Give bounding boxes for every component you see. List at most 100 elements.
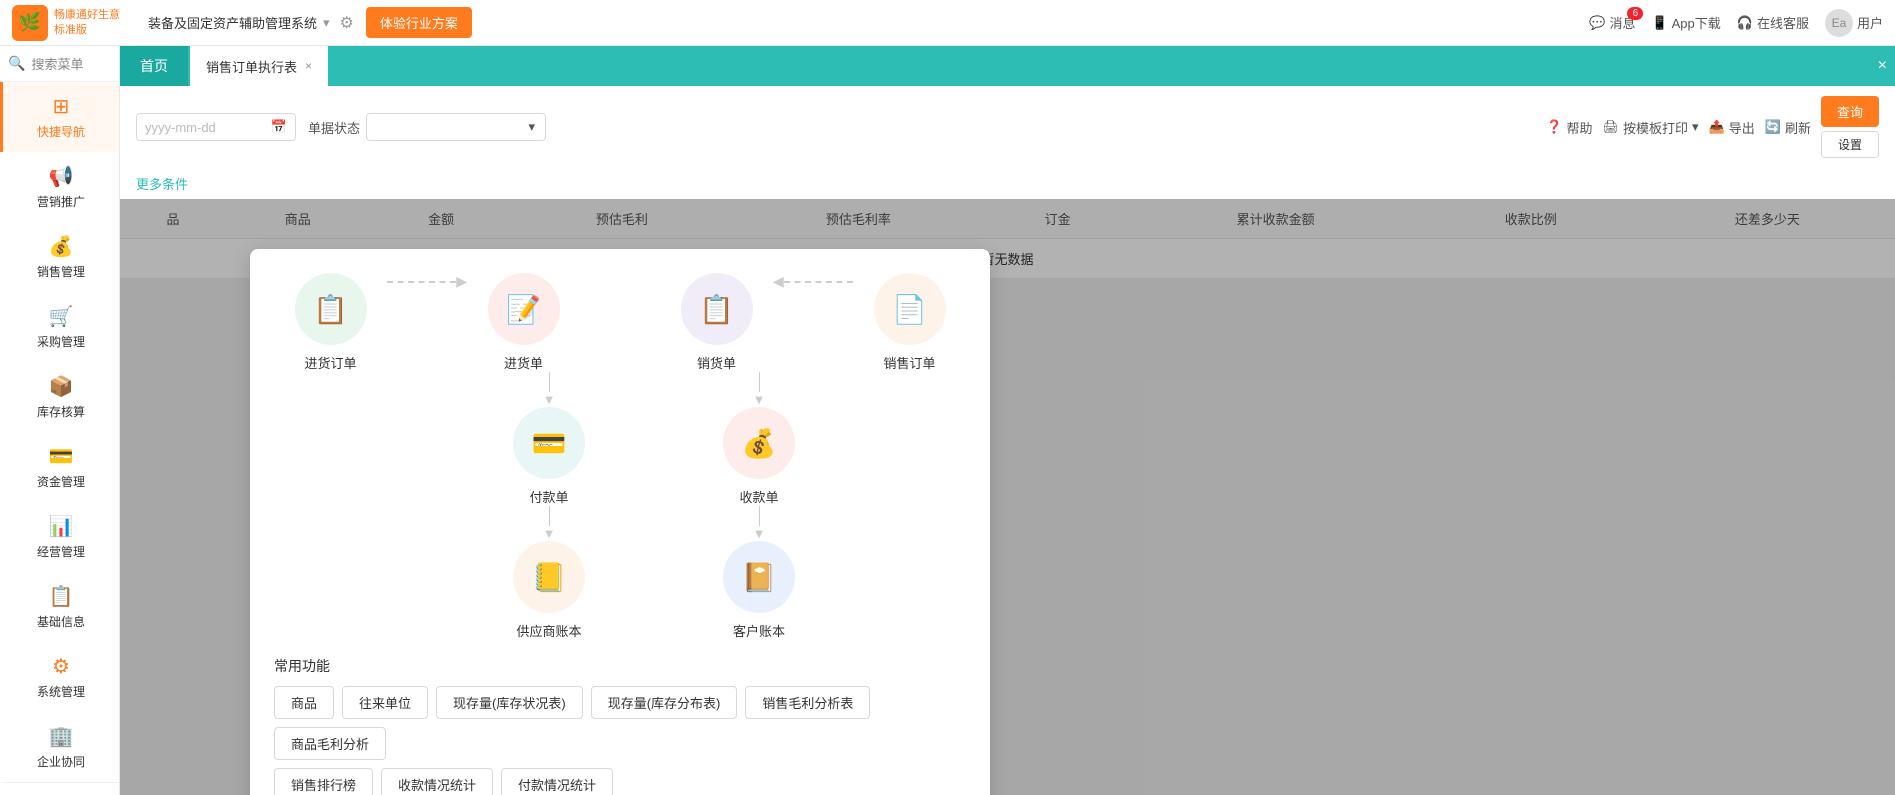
sales-order-circle[interactable]: 📄 (874, 273, 946, 345)
sidebar-item-basic-info[interactable]: 📋 基础信息 (0, 572, 119, 642)
sidebar-item-operations[interactable]: 📊 经营管理 (0, 502, 119, 572)
sidebar-item-marketing[interactable]: 📢 营销推广 (0, 152, 119, 222)
message-button[interactable]: 💬 消息 6 (1589, 13, 1635, 32)
page-content: 品 商品 金额 预估毛利 预估毛利率 订金 累计收款金额 收款比例 还差多少天 (120, 199, 1895, 795)
system-dropdown-icon[interactable]: ▾ (323, 15, 330, 31)
export-button[interactable]: 📤 导出 (1709, 118, 1755, 137)
system-name: 装备及固定资产辅助管理系统 (148, 13, 317, 32)
system-name-area: 装备及固定资产辅助管理系统 ▾ ⚙ 体验行业方案 (148, 7, 1589, 38)
tab-close-icon[interactable]: × (305, 59, 312, 73)
flow-arrows-row-2: ▼ ▼ (274, 506, 966, 541)
func-btn-sales-ranking[interactable]: 销售排行榜 (274, 768, 373, 795)
func-btn-stock-status[interactable]: 现存量(库存状况表) (436, 686, 583, 719)
help-icon: ❓ (1546, 119, 1562, 135)
status-filter: 单据状态 ▾ (308, 113, 546, 141)
payment-bill-icon: 💳 (532, 427, 567, 460)
arrow-down-payment: ▼ (484, 506, 614, 541)
func-btn-stock-dist[interactable]: 现存量(库存分布表) (591, 686, 738, 719)
flow-row-1: 📋 进货订单 ▶ (274, 273, 966, 372)
sidebar-item-sales[interactable]: 💰 销售管理 (0, 222, 119, 292)
top-bar-right: 💬 消息 6 📱 App下载 🎧 在线客服 Ea 用户 (1589, 9, 1883, 37)
func-btn-counterparty[interactable]: 往来单位 (342, 686, 428, 719)
sidebar: 🔍 搜索菜单 ⊞ 快捷导航 📢 营销推广 💰 销售管理 🛒 采 (0, 46, 120, 795)
sales-bill-label: 销货单 (697, 353, 736, 372)
customer-ledger-icon: 📔 (742, 561, 777, 594)
tab-sales-order[interactable]: 销售订单执行表 × (190, 46, 328, 86)
marketing-icon: 📢 (49, 164, 74, 189)
func-btn-sales-gross[interactable]: 销售毛利分析表 (745, 686, 870, 719)
sidebar-item-system[interactable]: ⚙ 系统管理 (0, 642, 119, 712)
sidebar-item-finance[interactable]: 💳 资金管理 (0, 432, 119, 502)
purchase-icon: 🛒 (49, 304, 74, 329)
sidebar-nav: ⊞ 快捷导航 📢 营销推广 💰 销售管理 🛒 采购管理 📦 库存核算 (0, 82, 119, 795)
func-btn-goods[interactable]: 商品 (274, 686, 334, 719)
query-button[interactable]: 查询 (1821, 96, 1879, 127)
sidebar-item-purchase[interactable]: 🛒 采购管理 (0, 292, 119, 362)
print-dropdown-icon: ▾ (1692, 119, 1699, 135)
sidebar-item-enterprise[interactable]: 🏢 企业协同 (0, 712, 119, 782)
func-btn-receipt-stats[interactable]: 收款情况统计 (381, 768, 493, 795)
online-service-button[interactable]: 🎧 在线客服 (1737, 13, 1809, 32)
flow-item-payment-bill: 💳 付款单 (484, 407, 614, 506)
payment-bill-label: 付款单 (529, 487, 568, 506)
sidebar-item-quick-nav[interactable]: ⊞ 快捷导航 (0, 82, 119, 152)
flow-item-purchase-order: 📋 进货订单 (274, 273, 387, 372)
system-icon: ⚙ (52, 654, 70, 679)
settings-icon[interactable]: ⚙ (340, 13, 354, 33)
finance-icon: 💳 (49, 444, 74, 469)
inventory-icon: 📦 (49, 374, 74, 399)
experience-button[interactable]: 体验行业方案 (366, 7, 472, 38)
func-btn-goods-gross[interactable]: 商品毛利分析 (274, 727, 386, 760)
logo-text: 畅康通好生意 标准版 (54, 8, 120, 37)
supplier-ledger-icon: 📒 (532, 561, 567, 594)
customer-ledger-circle[interactable]: 📔 (723, 541, 795, 613)
export-icon: 📤 (1709, 119, 1725, 135)
status-label: 单据状态 (308, 118, 360, 137)
receipt-bill-circle[interactable]: 💰 (723, 407, 795, 479)
set-button[interactable]: 设置 (1821, 131, 1879, 158)
date-from-input[interactable]: yyyy-mm-dd 📅 (136, 113, 296, 141)
sidebar-item-inventory[interactable]: 📦 库存核算 (0, 362, 119, 432)
arrow-h-2: ◀ (773, 273, 853, 314)
purchase-order-circle[interactable]: 📋 (295, 273, 367, 345)
flow-arrows-row: ▼ ▼ (274, 372, 966, 407)
print-button[interactable]: 🖨 按模板打印 ▾ (1603, 118, 1699, 137)
sales-order-icon: 📄 (892, 293, 927, 326)
payment-bill-circle[interactable]: 💳 (513, 407, 585, 479)
sp3 (614, 506, 694, 541)
quick-nav-icon: ⊞ (53, 94, 70, 119)
tab-bar: 首页 销售订单执行表 × × (120, 46, 1895, 86)
flow-item-supplier-ledger: 📒 供应商账本 (484, 541, 614, 640)
purchase-bill-label: 进货单 (504, 353, 543, 372)
sidebar-search[interactable]: 🔍 搜索菜单 (0, 46, 119, 82)
space-center (614, 372, 694, 407)
home-label: 首页 (140, 56, 168, 76)
purchase-order-label: 进货订单 (304, 353, 356, 372)
refresh-button[interactable]: 🔄 刷新 (1765, 118, 1811, 137)
user-button[interactable]: Ea 用户 (1825, 9, 1883, 37)
supplier-ledger-circle[interactable]: 📒 (513, 541, 585, 613)
filter-actions: ❓ 帮助 🖨 按模板打印 ▾ 📤 导出 🔄 (1546, 96, 1879, 158)
tab-home[interactable]: 首页 (120, 46, 188, 86)
sales-bill-icon: 📋 (699, 293, 734, 326)
func-btn-payment-stats[interactable]: 付款情况统计 (501, 768, 613, 795)
arrow-down-sales-bill: ▼ (694, 372, 824, 407)
help-link[interactable]: ❓ 帮助 (1546, 118, 1592, 137)
sales-order-label: 销售订单 (883, 353, 935, 372)
app-download-button[interactable]: 📱 App下载 (1651, 13, 1720, 32)
more-conditions-link[interactable]: 更多条件 (120, 168, 1895, 199)
query-set-group: 查询 设置 (1821, 96, 1879, 158)
sales-bill-circle[interactable]: 📋 (681, 273, 753, 345)
avatar: Ea (1825, 9, 1853, 37)
tab-bar-close-icon[interactable]: × (1878, 57, 1887, 75)
flow-item-sales-bill: 📋 销货单 (660, 273, 773, 372)
purchase-bill-icon: 📝 (506, 293, 541, 326)
purchase-order-icon: 📋 (313, 293, 348, 326)
flow-diagram: 📋 进货订单 ▶ (274, 273, 966, 640)
sidebar-item-guide[interactable]: 🎯 新手引导 (0, 782, 119, 795)
download-icon: 📱 (1651, 15, 1667, 31)
flow-item-receipt-bill: 💰 收款单 (694, 407, 824, 506)
status-select[interactable]: ▾ (366, 113, 546, 141)
purchase-bill-circle[interactable]: 📝 (488, 273, 560, 345)
sp1 (274, 506, 404, 541)
